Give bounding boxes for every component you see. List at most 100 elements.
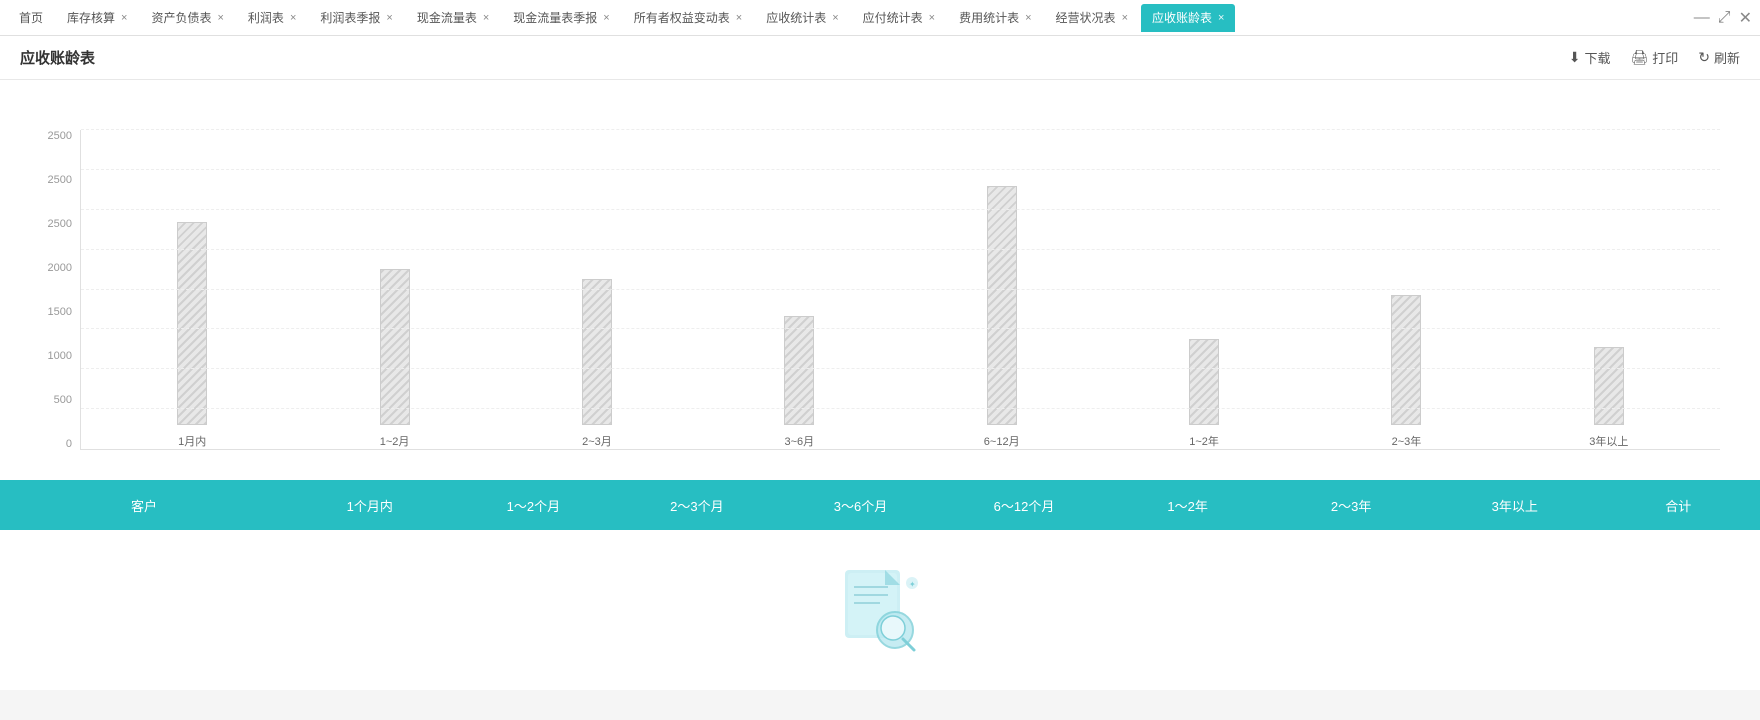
tab-aging[interactable]: 应收账龄表 ×	[1141, 4, 1235, 32]
bar-x-label: 2~3年	[1392, 433, 1422, 449]
bar-x-label: 3~6月	[784, 433, 814, 449]
empty-icon: ✦	[830, 570, 930, 650]
tab-payable_stat[interactable]: 应付统计表 ×	[852, 4, 946, 32]
bar	[1391, 295, 1421, 425]
col-header-2to3year: 2～3年	[1269, 496, 1433, 515]
tab-close-expense_stat[interactable]: ×	[1025, 12, 1031, 24]
y-axis-label: 2500	[40, 174, 72, 186]
tab-label-cashflow_quarterly: 现金流量表季报	[513, 9, 597, 26]
tab-close-profit[interactable]: ×	[290, 12, 296, 24]
chart-plot: 1月内1~2月2~3月3~6月6~12月1~2年2~3年3年以上	[80, 130, 1720, 450]
tab-inventory[interactable]: 库存核算 ×	[56, 4, 138, 32]
tab-label-aging: 应收账龄表	[1152, 9, 1212, 26]
bar	[177, 222, 207, 425]
tab-cashflow[interactable]: 现金流量表 ×	[406, 4, 500, 32]
grid-line	[81, 289, 1720, 290]
tab-expense_stat[interactable]: 费用统计表 ×	[948, 4, 1042, 32]
empty-state: ✦	[810, 550, 950, 670]
tab-label-operation: 经营状况表	[1056, 9, 1116, 26]
chart-container: 0500100015002000250025002500 1月内1~2月2~3月…	[40, 100, 1720, 450]
grid-line	[81, 368, 1720, 369]
grid-line	[81, 408, 1720, 409]
header-actions: ⬇ 下载 🖨 打印 ↻ 刷新	[1569, 48, 1740, 67]
y-axis-label: 2500	[40, 218, 72, 230]
col-header-total: 合计	[1597, 496, 1760, 515]
col-header-1month: 1个月内	[288, 496, 452, 515]
col-header-3yearplus: 3年以上	[1433, 496, 1597, 515]
tab-close-operation[interactable]: ×	[1122, 12, 1128, 24]
tab-close-aging[interactable]: ×	[1218, 12, 1224, 24]
bar-column: 6~12月	[901, 130, 1103, 449]
tab-label-receivable_stat: 应收统计表	[766, 9, 826, 26]
tab-label-inventory: 库存核算	[67, 9, 115, 26]
y-axis-label: 500	[40, 394, 72, 406]
bar-column: 1~2年	[1103, 130, 1305, 449]
download-button[interactable]: ⬇ 下载	[1569, 48, 1611, 67]
tab-close-equity[interactable]: ×	[736, 12, 742, 24]
bar-column: 1月内	[91, 130, 293, 449]
col-header-1to2year: 1～2年	[1106, 496, 1270, 515]
grid-line	[81, 328, 1720, 329]
y-axis-label: 1500	[40, 306, 72, 318]
tab-close-balance[interactable]: ×	[217, 12, 223, 24]
y-axis: 0500100015002000250025002500	[40, 130, 80, 450]
y-axis-label: 2500	[40, 130, 72, 142]
tab-equity[interactable]: 所有者权益变动表×	[623, 4, 753, 32]
tab-bar: 首页库存核算×资产负债表×利润表×利润表季报×现金流量表×现金流量表季报×所有者…	[0, 0, 1760, 36]
download-icon: ⬇	[1569, 49, 1581, 66]
col-header-3to6month: 3～6个月	[779, 496, 943, 515]
bar	[987, 186, 1017, 425]
col-header-1to2month: 1～2个月	[452, 496, 616, 515]
bar-x-label: 1~2年	[1189, 433, 1219, 449]
print-icon: 🖨	[1630, 49, 1648, 66]
bar-x-label: 1月内	[178, 433, 206, 449]
print-button[interactable]: 🖨 打印	[1630, 48, 1678, 67]
svg-text:✦: ✦	[909, 580, 916, 589]
grid-line	[81, 129, 1720, 130]
table-header: 客户1个月内1～2个月2～3个月3～6个月6～12个月1～2年2～3年3年以上合…	[0, 480, 1760, 530]
bar-column: 2~3月	[496, 130, 698, 449]
tab-label-balance: 资产负债表	[151, 9, 211, 26]
tab-cashflow_quarterly[interactable]: 现金流量表季报 ×	[502, 4, 620, 32]
tab-profit_quarterly[interactable]: 利润表季报 ×	[309, 4, 403, 32]
grid-line	[81, 169, 1720, 170]
bars-container: 1月内1~2月2~3月3~6月6~12月1~2年2~3年3年以上	[81, 130, 1720, 449]
tab-label-home: 首页	[19, 9, 43, 26]
tab-close-cashflow[interactable]: ×	[483, 12, 489, 24]
tab-balance[interactable]: 资产负债表 ×	[140, 4, 234, 32]
bar-column: 1~2月	[293, 130, 495, 449]
main-content: 0500100015002000250025002500 1月内1~2月2~3月…	[0, 80, 1760, 690]
bar	[1189, 339, 1219, 425]
window-controls: — ⤢ ✕	[1694, 8, 1752, 28]
tab-label-cashflow: 现金流量表	[417, 9, 477, 26]
refresh-icon: ↻	[1698, 49, 1710, 66]
bar-x-label: 1~2月	[380, 433, 410, 449]
tab-label-payable_stat: 应付统计表	[863, 9, 923, 26]
col-header-2to3month: 2～3个月	[615, 496, 779, 515]
tab-close-receivable_stat[interactable]: ×	[832, 12, 838, 24]
minimize-icon[interactable]: —	[1694, 9, 1710, 27]
tab-close-cashflow_quarterly[interactable]: ×	[603, 12, 609, 24]
bar-column: 3~6月	[698, 130, 900, 449]
col-header-customer: 客户	[0, 496, 288, 515]
tab-profit[interactable]: 利润表 ×	[237, 4, 307, 32]
tab-label-profit: 利润表	[248, 9, 284, 26]
maximize-icon[interactable]: ⤢	[1718, 9, 1731, 27]
refresh-button[interactable]: ↻ 刷新	[1698, 48, 1740, 67]
tab-receivable_stat[interactable]: 应收统计表 ×	[755, 4, 849, 32]
tab-close-payable_stat[interactable]: ×	[929, 12, 935, 24]
grid-line	[81, 249, 1720, 250]
y-axis-label: 1000	[40, 350, 72, 362]
page-header: 应收账龄表 ⬇ 下载 🖨 打印 ↻ 刷新	[0, 36, 1760, 80]
tab-close-inventory[interactable]: ×	[121, 12, 127, 24]
tab-label-expense_stat: 费用统计表	[959, 9, 1019, 26]
y-axis-label: 2000	[40, 262, 72, 274]
tab-label-profit_quarterly: 利润表季报	[320, 9, 380, 26]
tab-operation[interactable]: 经营状况表 ×	[1045, 4, 1139, 32]
bar-x-label: 2~3月	[582, 433, 612, 449]
tab-close-profit_quarterly[interactable]: ×	[386, 12, 392, 24]
bar	[380, 269, 410, 425]
tab-home[interactable]: 首页	[8, 4, 54, 32]
close-icon[interactable]: ✕	[1739, 8, 1752, 28]
bar	[1594, 347, 1624, 425]
